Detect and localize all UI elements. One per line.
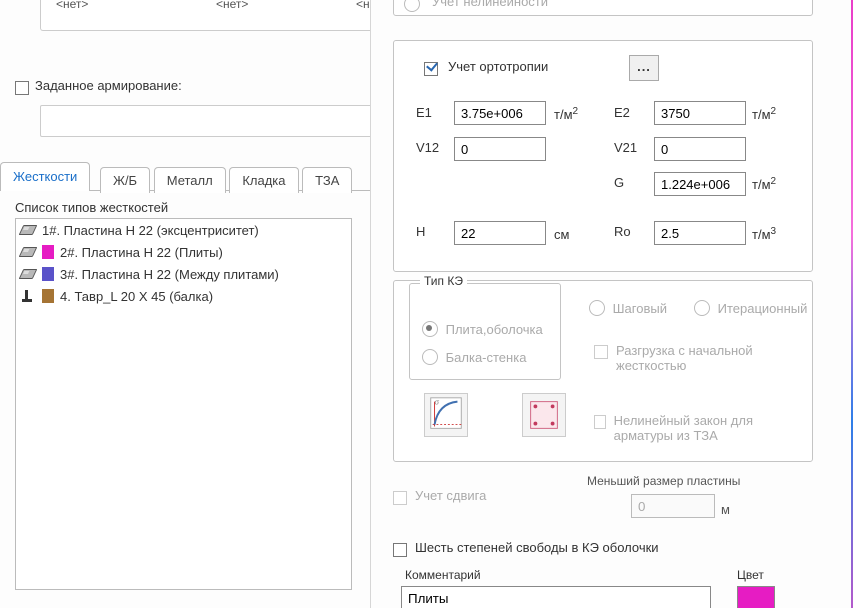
h-input[interactable] xyxy=(454,221,546,245)
tab-rc[interactable]: Ж/Б xyxy=(100,167,150,193)
preset-armoring-field[interactable] xyxy=(40,105,375,137)
fe-method-group: Тип КЭ Плита,оболочка Балка-стенка Шагов… xyxy=(393,280,813,462)
fe-type-title: Тип КЭ xyxy=(420,274,467,288)
method-iter-label: Итерационный xyxy=(718,301,808,316)
shear-label: Учет сдвига xyxy=(415,488,486,503)
plate-icon xyxy=(20,244,36,260)
six-dof-checkbox[interactable] xyxy=(393,543,407,557)
shear-checkbox[interactable] xyxy=(393,491,407,505)
orthotropy-label: Учет ортотропии xyxy=(448,59,548,74)
comment-label: Комментарий xyxy=(405,568,481,582)
placeholder-1: <нет> xyxy=(56,0,88,11)
fe-type-plate-radio[interactable] xyxy=(422,321,438,337)
color-swatch-icon xyxy=(42,289,54,303)
fe-type-wall-label: Балка-стенка xyxy=(446,350,527,365)
list-item[interactable]: 2#. Пластина H 22 (Плиты) xyxy=(16,241,351,263)
unload-label: Разгрузка с начальной жесткостью xyxy=(616,343,806,373)
list-item-label: 1#. Пластина H 22 (эксцентриситет) xyxy=(42,223,259,238)
color-swatch-icon xyxy=(42,267,54,281)
comment-input[interactable] xyxy=(401,586,711,608)
preset-armoring-label: Заданное армирование: xyxy=(35,78,182,93)
min-plate-size-input[interactable] xyxy=(631,494,715,518)
svg-text:σ: σ xyxy=(435,398,440,407)
stiffness-list-header: Список типов жесткостей xyxy=(15,200,168,215)
ro-input[interactable] xyxy=(654,221,746,245)
v21-input[interactable] xyxy=(654,137,746,161)
nonlinearity-group: Учет нелинейности xyxy=(393,0,813,16)
e2-label: E2 xyxy=(614,105,630,120)
list-item-label: 2#. Пластина H 22 (Плиты) xyxy=(60,245,223,260)
list-item[interactable]: 4. Тавр_L 20 X 45 (балка) xyxy=(16,285,351,307)
e2-input[interactable] xyxy=(654,101,746,125)
top-selection-box: <нет> <нет> <нет> xyxy=(40,0,375,31)
method-step-label: Шаговый xyxy=(613,301,667,316)
v12-label: V12 xyxy=(416,140,439,155)
v12-input[interactable] xyxy=(454,137,546,161)
plate-icon xyxy=(20,266,36,282)
fe-type-wall-radio[interactable] xyxy=(422,349,438,365)
stress-strain-curve-button[interactable]: σ xyxy=(424,393,468,437)
tab-masonry[interactable]: Кладка xyxy=(229,167,298,193)
list-item[interactable]: 1#. Пластина H 22 (эксцентриситет) xyxy=(16,219,351,241)
nl-rebar-tza-label: Нелинейный закон для арматуры из ТЗА xyxy=(614,413,812,443)
nl-rebar-tza-checkbox[interactable] xyxy=(594,415,606,429)
e1-input[interactable] xyxy=(454,101,546,125)
orthotropy-more-button[interactable]: ... xyxy=(629,55,659,81)
e1-unit: т/м2 xyxy=(554,107,578,122)
fe-type-plate-label: Плита,оболочка xyxy=(446,322,543,337)
method-step-radio[interactable] xyxy=(589,300,605,316)
ro-unit: т/м3 xyxy=(752,227,776,242)
ro-label: Ro xyxy=(614,224,631,239)
preset-armoring-checkbox[interactable] xyxy=(15,81,29,95)
min-plate-size-unit: м xyxy=(721,502,730,517)
tab-stiffness[interactable]: Жесткости xyxy=(0,162,90,191)
v21-label: V21 xyxy=(614,140,637,155)
orthotropy-group: Учет ортотропии ... E1 т/м2 E2 т/м2 V12 … xyxy=(393,40,813,272)
e1-label: E1 xyxy=(416,105,432,120)
g-unit: т/м2 xyxy=(752,177,776,192)
list-item-label: 4. Тавр_L 20 X 45 (балка) xyxy=(60,289,213,304)
plate-icon xyxy=(20,222,36,238)
color-swatch-icon xyxy=(42,245,54,259)
g-label: G xyxy=(614,175,624,190)
e2-unit: т/м2 xyxy=(752,107,776,122)
h-label: H xyxy=(416,224,425,239)
rebar-layout-button[interactable] xyxy=(522,393,566,437)
tab-tza[interactable]: ТЗА xyxy=(302,167,352,193)
unload-checkbox[interactable] xyxy=(594,345,608,359)
stiffness-tabs: Жесткости Ж/Б Металл Кладка ТЗА xyxy=(0,162,370,191)
placeholder-2: <нет> xyxy=(216,0,248,11)
h-unit: см xyxy=(554,227,569,242)
list-item-label: 3#. Пластина H 22 (Между плитами) xyxy=(60,267,279,282)
orthotropy-checkbox[interactable] xyxy=(424,62,438,76)
color-label: Цвет xyxy=(737,568,764,582)
nonlinearity-radio[interactable] xyxy=(404,0,420,12)
fe-type-subgroup: Тип КЭ Плита,оболочка Балка-стенка xyxy=(409,283,561,380)
stiffness-list[interactable]: 1#. Пластина H 22 (эксцентриситет) 2#. П… xyxy=(15,218,352,590)
tab-metal[interactable]: Металл xyxy=(154,167,226,193)
list-item[interactable]: 3#. Пластина H 22 (Между плитами) xyxy=(16,263,351,285)
color-swatch-button[interactable] xyxy=(737,586,775,608)
tee-section-icon xyxy=(20,288,36,304)
g-input[interactable] xyxy=(654,172,746,196)
min-plate-size-label: Меньший размер пластины xyxy=(587,474,740,488)
method-iter-radio[interactable] xyxy=(694,300,710,316)
six-dof-label: Шесть степеней свободы в КЭ оболочки xyxy=(415,540,659,555)
nonlinearity-label: Учет нелинейности xyxy=(432,0,548,9)
